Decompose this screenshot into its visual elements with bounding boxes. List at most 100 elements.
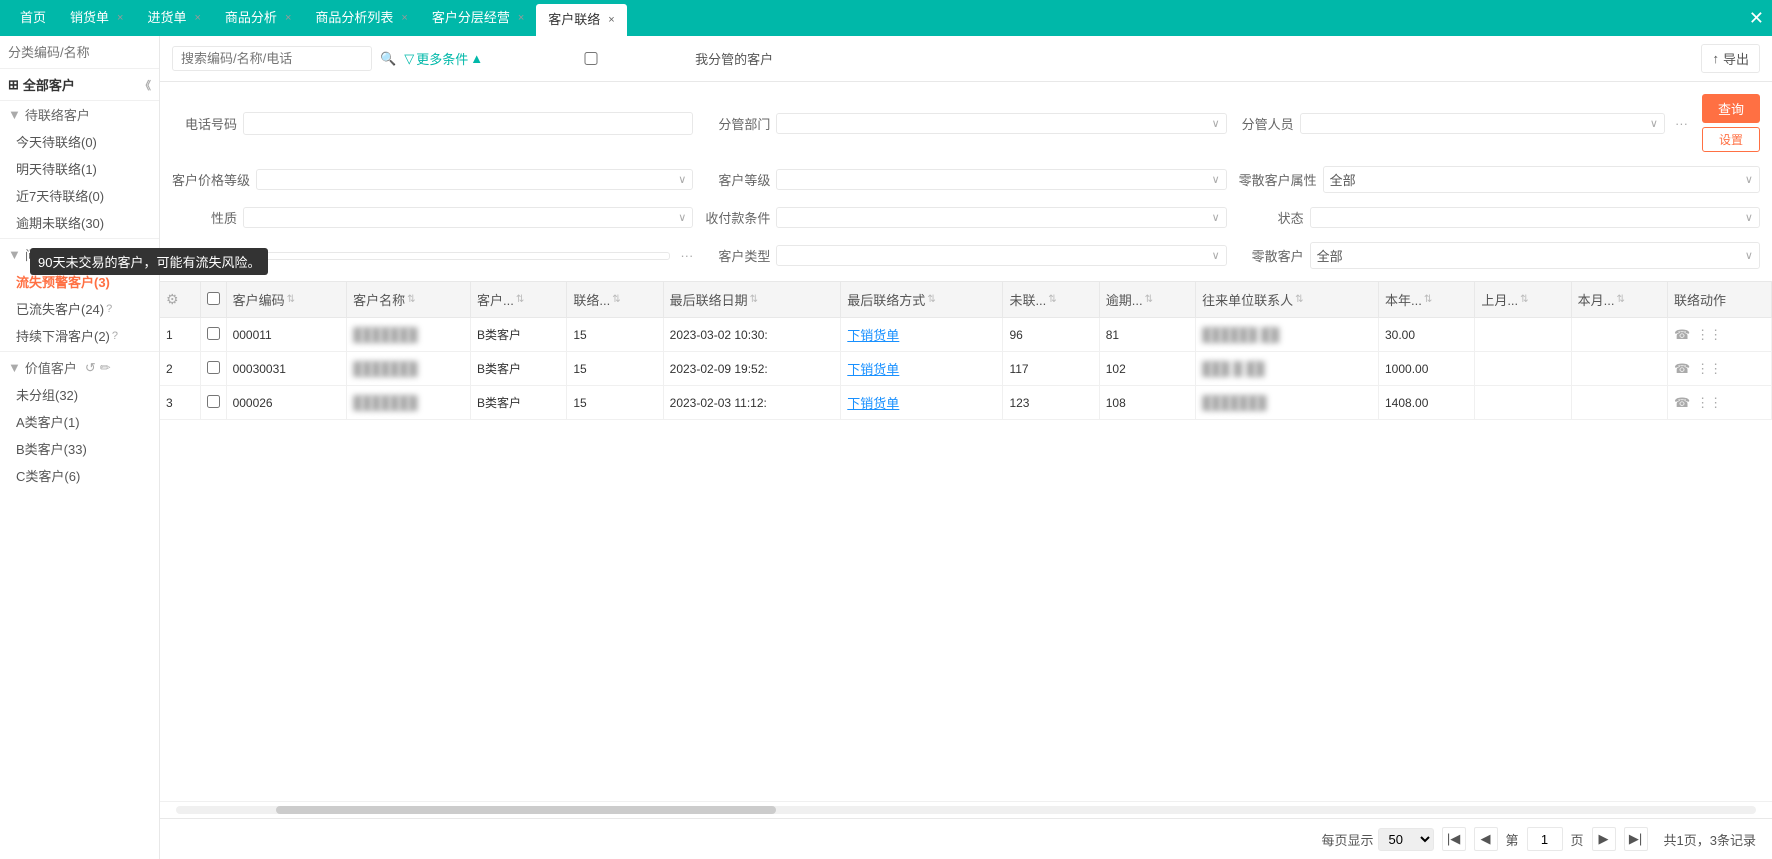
next-page-button[interactable]: ▶ bbox=[1592, 827, 1616, 851]
sort-icon-last-month[interactable]: ⇅ bbox=[1520, 294, 1528, 305]
person-select[interactable]: ∨ bbox=[1300, 113, 1665, 134]
sidebar-item-class-c[interactable]: C类客户(6) bbox=[0, 462, 159, 489]
region-select[interactable] bbox=[256, 252, 670, 260]
sort-icon-code[interactable]: ⇅ bbox=[287, 294, 295, 305]
search-input[interactable] bbox=[172, 46, 372, 71]
phone-input[interactable] bbox=[243, 112, 693, 135]
more-conditions-button[interactable]: ▽ 更多条件 ▲ bbox=[404, 49, 483, 68]
sort-icon-last-way[interactable]: ⇅ bbox=[927, 294, 935, 305]
sort-icon-last-date[interactable]: ⇅ bbox=[750, 294, 758, 305]
sort-icon-not-contact[interactable]: ⇅ bbox=[1048, 294, 1056, 305]
nav-purchase[interactable]: 进货单 × bbox=[135, 0, 212, 36]
query-button[interactable]: 查询 bbox=[1702, 94, 1760, 123]
sort-icon-unit-contact[interactable]: ⇅ bbox=[1295, 294, 1303, 305]
sort-icon-contact[interactable]: ⇅ bbox=[612, 294, 620, 305]
nav-product-list-close[interactable]: × bbox=[401, 0, 407, 36]
price-grade-select[interactable]: ∨ bbox=[256, 169, 693, 190]
th-not-contact-label: 未联... bbox=[1009, 290, 1046, 309]
page-number-input[interactable] bbox=[1527, 827, 1563, 851]
sort-icon-this-year[interactable]: ⇅ bbox=[1424, 294, 1432, 305]
edit-icon[interactable]: ✏ bbox=[100, 360, 111, 376]
sidebar-item-class-b[interactable]: B类客户(33) bbox=[0, 435, 159, 462]
payment-select[interactable]: ∨ bbox=[776, 207, 1226, 228]
nav-customer-tier-close[interactable]: × bbox=[518, 0, 524, 36]
last-way-link-2[interactable]: 下销货单 bbox=[847, 362, 899, 377]
dept-select[interactable]: ∨ bbox=[776, 113, 1226, 134]
contact-action-icon-3[interactable]: ☎ bbox=[1674, 395, 1690, 411]
settings-gear-icon[interactable]: ⚙ bbox=[166, 291, 179, 307]
sort-icon-type[interactable]: ⇅ bbox=[516, 294, 524, 305]
filter-status-label: 状态 bbox=[1239, 208, 1304, 227]
sidebar-all-customers[interactable]: ⊞ 全部客户 《 bbox=[0, 69, 159, 101]
sort-icon-this-month[interactable]: ⇅ bbox=[1616, 294, 1624, 305]
person-more-icon[interactable]: ··· bbox=[1675, 116, 1688, 131]
scrollbar-thumb[interactable] bbox=[276, 806, 776, 814]
filter-zero-attr-label: 零散客户属性 bbox=[1239, 170, 1317, 189]
sidebar-item-class-a[interactable]: A类客户(1) bbox=[0, 408, 159, 435]
row-checkbox-3[interactable] bbox=[207, 395, 220, 408]
nav-sales[interactable]: 销货单 × bbox=[58, 0, 135, 36]
select-all-checkbox[interactable] bbox=[207, 292, 220, 305]
group-value-customers[interactable]: ▼ 价值客户 ↺ ✏ bbox=[0, 354, 159, 381]
more-action-icon-1[interactable]: ⋮⋮ bbox=[1696, 327, 1722, 343]
last-way-link-1[interactable]: 下销货单 bbox=[847, 328, 899, 343]
filter-icon: ▽ bbox=[404, 51, 414, 67]
last-page-button[interactable]: ▶| bbox=[1624, 827, 1648, 851]
prev-page-button[interactable]: ◀ bbox=[1474, 827, 1498, 851]
sort-icon-name[interactable]: ⇅ bbox=[407, 294, 415, 305]
sidebar-item-declining[interactable]: 持续下滑客户(2) ? bbox=[0, 322, 159, 349]
status-select[interactable]: ∨ bbox=[1310, 207, 1760, 228]
nav-product-list-label: 商品分析列表 bbox=[315, 0, 393, 36]
filter-status: 状态 ∨ bbox=[1239, 203, 1760, 232]
my-customers-checkbox[interactable] bbox=[491, 52, 691, 65]
customer-type-select[interactable]: ∨ bbox=[776, 245, 1226, 266]
more-action-icon-2[interactable]: ⋮⋮ bbox=[1696, 361, 1722, 377]
nav-product-analysis[interactable]: 商品分析 × bbox=[213, 0, 303, 36]
zero-attr-select[interactable]: 全部 ∨ bbox=[1323, 166, 1760, 193]
nav-sales-close[interactable]: × bbox=[117, 0, 123, 36]
region-more-icon[interactable]: ··· bbox=[680, 248, 693, 263]
customer-table: ⚙ 客户编码 ⇅ 客户名称 bbox=[160, 282, 1772, 420]
search-button[interactable]: 🔍 bbox=[380, 51, 396, 67]
nav-product-list[interactable]: 商品分析列表 × bbox=[303, 0, 419, 36]
more-action-icon-3[interactable]: ⋮⋮ bbox=[1696, 395, 1722, 411]
zero-customer-select[interactable]: 全部 ∨ bbox=[1310, 242, 1760, 269]
nav-home[interactable]: 首页 bbox=[8, 0, 58, 36]
contact-action-icon-1[interactable]: ☎ bbox=[1674, 327, 1690, 343]
nav-purchase-close[interactable]: × bbox=[194, 0, 200, 36]
cell-this-year-2: 1000.00 bbox=[1379, 352, 1475, 386]
export-button[interactable]: ↑ 导出 bbox=[1701, 44, 1760, 73]
sort-icon-overdue[interactable]: ⇅ bbox=[1145, 294, 1153, 305]
contact-action-icon-2[interactable]: ☎ bbox=[1674, 361, 1690, 377]
sidebar-item-churned[interactable]: 已流失客户(24) ? bbox=[0, 295, 159, 322]
first-page-button[interactable]: |◀ bbox=[1442, 827, 1466, 851]
filter-nature: 性质 ∨ bbox=[172, 203, 693, 232]
topbar-close-button[interactable]: ✕ bbox=[1749, 8, 1764, 29]
nav-customer-contact-close[interactable]: × bbox=[608, 4, 614, 36]
sidebar-item-today[interactable]: 今天待联络(0) bbox=[0, 128, 159, 155]
sidebar-item-tomorrow[interactable]: 明天待联络(1) bbox=[0, 155, 159, 182]
row-checkbox-2[interactable] bbox=[207, 361, 220, 374]
horizontal-scrollbar[interactable] bbox=[160, 801, 1772, 818]
sidebar-search-input[interactable] bbox=[8, 45, 160, 60]
th-code: 客户编码 ⇅ bbox=[226, 282, 347, 318]
last-way-link-3[interactable]: 下销货单 bbox=[847, 396, 899, 411]
nav-customer-contact[interactable]: 客户联络 × bbox=[536, 4, 626, 36]
th-action-label: 联络动作 bbox=[1674, 293, 1726, 308]
row-checkbox-1[interactable] bbox=[207, 327, 220, 340]
settings-button[interactable]: 设置 bbox=[1702, 127, 1760, 152]
pagination: 每页显示 50 100 200 |◀ ◀ 第 页 ▶ ▶| 共1页，3条记录 bbox=[160, 818, 1772, 859]
refresh-icon[interactable]: ↺ bbox=[85, 360, 96, 376]
sidebar-item-7days[interactable]: 近7天待联络(0) bbox=[0, 182, 159, 209]
nav-product-analysis-close[interactable]: × bbox=[285, 0, 291, 36]
my-customers-checkbox-wrap[interactable]: 我分管的客户 bbox=[491, 49, 773, 68]
per-page-select[interactable]: 50 100 200 bbox=[1378, 828, 1434, 851]
sidebar-item-ungrouped[interactable]: 未分组(32) bbox=[0, 381, 159, 408]
sidebar-item-overdue[interactable]: 逾期未联络(30) bbox=[0, 209, 159, 236]
group-pending-contact[interactable]: ▼ 待联络客户 bbox=[0, 101, 159, 128]
grade-select[interactable]: ∨ bbox=[776, 169, 1226, 190]
nav-customer-tier[interactable]: 客户分层经营 × bbox=[420, 0, 536, 36]
cell-overdue-1: 81 bbox=[1099, 318, 1195, 352]
cell-this-year-1: 30.00 bbox=[1379, 318, 1475, 352]
nature-select[interactable]: ∨ bbox=[243, 207, 693, 228]
